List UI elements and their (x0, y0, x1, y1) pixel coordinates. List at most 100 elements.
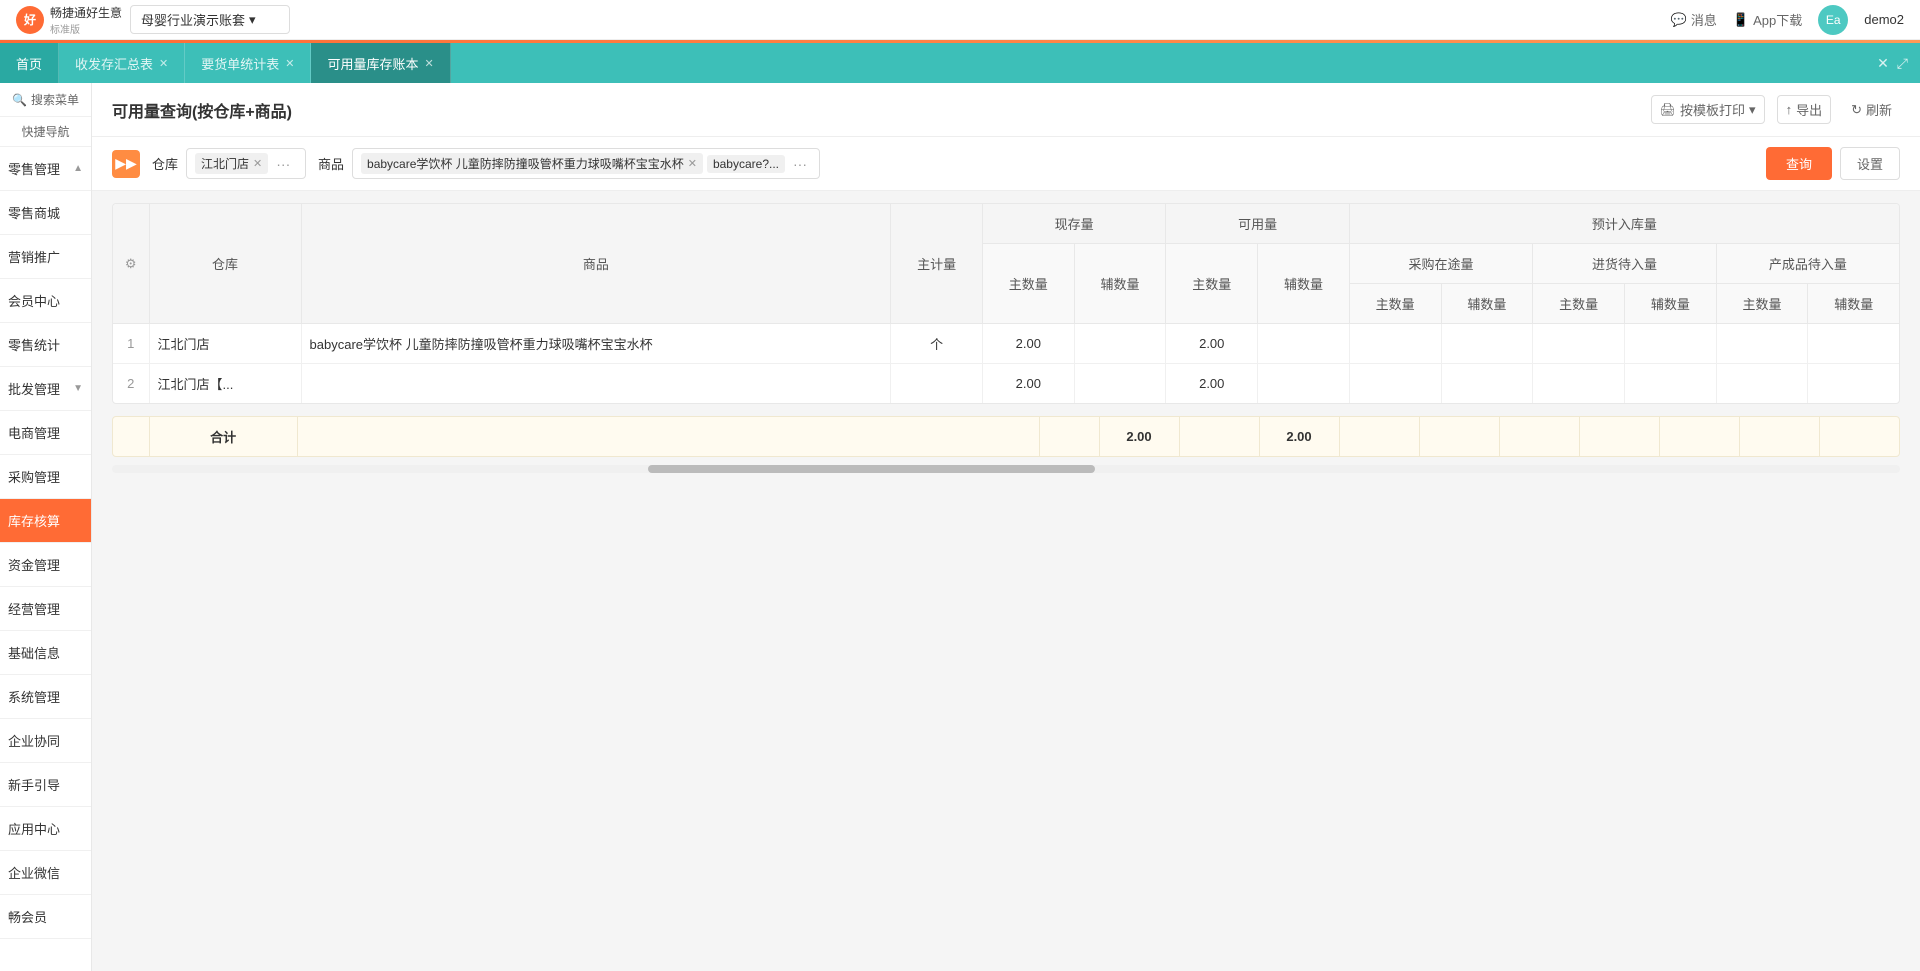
store-selector[interactable]: 母婴行业演示账套 ▾ (130, 5, 290, 34)
tab-available[interactable]: 可用量库存账本 ✕ (311, 43, 450, 83)
sidebar-item-collab[interactable]: 企业协同 (0, 719, 91, 763)
product-label: 商品 (318, 154, 344, 173)
store-name: 母婴行业演示账套 (141, 10, 245, 29)
message-label: 消息 (1691, 10, 1717, 29)
scroll-indicator[interactable] (112, 465, 1900, 473)
th-purchase-transit: 采购在途量 (1349, 244, 1532, 284)
btn-refresh[interactable]: ↻ 刷新 (1843, 96, 1900, 123)
logo-text-area: 畅捷通好生意 标准版 (50, 4, 122, 36)
warehouse-more[interactable]: ··· (272, 156, 294, 172)
vip-label: 畅会员 (8, 907, 47, 926)
remove-product-tag1[interactable]: ✕ (688, 157, 697, 170)
th-prod-main: 主数量 (1716, 284, 1808, 324)
th-stock-main: 主数量 (982, 244, 1074, 324)
sidebar-item-basics[interactable]: 基础信息 (0, 631, 91, 675)
product-more[interactable]: ··· (789, 156, 811, 172)
table-row: 1 江北门店 babycare学饮杯 儿童防摔防撞吸管杯重力球吸嘴杯宝宝水杯 个… (113, 324, 1899, 364)
sidebar: 🔍 搜索菜单 快捷导航 零售管理 ▲ 零售商城 营销推广 会员中心 零售统计 批… (0, 83, 92, 971)
td-stock-main: 2.00 (982, 364, 1074, 404)
retail-stats-label: 零售统计 (8, 335, 60, 354)
close-receive[interactable]: ✕ (159, 57, 168, 70)
btn-export[interactable]: ↑ 导出 (1777, 95, 1832, 124)
th-produced: 产成品待入量 (1716, 244, 1899, 284)
operations-label: 经营管理 (8, 599, 60, 618)
sidebar-search[interactable]: 🔍 搜索菜单 (0, 83, 91, 117)
td-warehouse: 江北门店【... (149, 364, 301, 404)
td-inc-main (1533, 324, 1625, 364)
app-download-action[interactable]: 📱 App下载 (1733, 10, 1802, 29)
btn-settings[interactable]: 设置 (1840, 147, 1900, 180)
footer-stock-main: 2.00 (1099, 417, 1179, 456)
sidebar-quick-nav[interactable]: 快捷导航 (0, 117, 91, 147)
product-input[interactable]: babycare学饮杯 儿童防摔防撞吸管杯重力球吸嘴杯宝宝水杯 ✕ babyca… (352, 148, 820, 179)
main-layout: 🔍 搜索菜单 快捷导航 零售管理 ▲ 零售商城 营销推广 会员中心 零售统计 批… (0, 83, 1920, 971)
td-no: 2 (113, 364, 149, 404)
tab-receive[interactable]: 收发存汇总表 ✕ (59, 43, 185, 83)
content-area: 可用量查询(按仓库+商品) 🖨 按模板打印 ▾ ↑ 导出 ↻ 刷新 ▶▶ (92, 83, 1920, 971)
warehouse-input[interactable]: 江北门店 ✕ ··· (186, 148, 306, 179)
tab-home[interactable]: 首页 (0, 43, 59, 83)
sidebar-item-ecommerce[interactable]: 电商管理 (0, 411, 91, 455)
sidebar-item-inventory[interactable]: 库存核算 (0, 499, 91, 543)
sidebar-item-purchase[interactable]: 采购管理 (0, 455, 91, 499)
th-pt-main: 主数量 (1349, 284, 1441, 324)
retail-mall-label: 零售商城 (8, 203, 60, 222)
footer-inc-main (1579, 417, 1659, 456)
avatar[interactable]: Ea (1818, 5, 1848, 35)
td-inc-main (1533, 364, 1625, 404)
close-order[interactable]: ✕ (285, 57, 294, 70)
sidebar-item-operations[interactable]: 经营管理 (0, 587, 91, 631)
sidebar-item-system[interactable]: 系统管理 (0, 675, 91, 719)
ecommerce-label: 电商管理 (8, 423, 60, 442)
arrow-icon: ▲ (73, 163, 83, 174)
filter-toggle-btn[interactable]: ▶▶ (112, 150, 140, 178)
close-available[interactable]: ✕ (425, 57, 434, 70)
warehouse-tag: 江北门店 ✕ (195, 153, 268, 174)
page-header: 可用量查询(按仓库+商品) 🖨 按模板打印 ▾ ↑ 导出 ↻ 刷新 (92, 83, 1920, 137)
td-avail-aux (1258, 324, 1350, 364)
td-pt-aux (1441, 324, 1533, 364)
remove-warehouse-tag[interactable]: ✕ (253, 157, 262, 170)
expand-btn[interactable]: ⤢ (1897, 55, 1908, 72)
table-row: 2 江北门店【... 2.00 2.00 (113, 364, 1899, 404)
filter-warehouse-group: 仓库 江北门店 ✕ ··· (152, 148, 306, 179)
td-warehouse: 江北门店 (149, 324, 301, 364)
td-avail-main: 2.00 (1166, 364, 1258, 404)
print-icon: 🖨 (1660, 102, 1677, 118)
td-stock-aux (1074, 324, 1166, 364)
footer-empty3 (1039, 417, 1099, 456)
purchase-label: 采购管理 (8, 467, 60, 486)
th-available: 可用量 (1166, 204, 1349, 244)
td-pt-main (1349, 364, 1441, 404)
sidebar-item-retail-mgmt[interactable]: 零售管理 ▲ (0, 147, 91, 191)
td-stock-main: 2.00 (982, 324, 1074, 364)
btn-template-print[interactable]: 🖨 按模板打印 ▾ (1651, 95, 1765, 124)
sidebar-item-retail-mall[interactable]: 零售商城 (0, 191, 91, 235)
tab-order[interactable]: 要货单统计表 ✕ (185, 43, 311, 83)
export-icon: ↑ (1786, 102, 1793, 117)
sidebar-item-wechat[interactable]: 企业微信 (0, 851, 91, 895)
sidebar-item-wholesale[interactable]: 批发管理 ▼ (0, 367, 91, 411)
close-all-btn[interactable]: ✕ (1877, 55, 1889, 72)
td-inc-aux (1624, 324, 1716, 364)
logo-icon: 好 (16, 6, 44, 34)
th-warehouse: 仓库 (149, 204, 301, 324)
sidebar-item-vip[interactable]: 畅会员 (0, 895, 91, 939)
filter-area: ▶▶ 仓库 江北门店 ✕ ··· 商品 babycare学饮杯 儿童防摔防撞吸管… (92, 137, 1920, 191)
td-product: babycare学饮杯 儿童防摔防撞吸管杯重力球吸嘴杯宝宝水杯 (301, 324, 891, 364)
sidebar-item-newuser[interactable]: 新手引导 (0, 763, 91, 807)
th-inc-aux: 辅数量 (1624, 284, 1716, 324)
logo-text: 畅捷通好生意 (50, 4, 122, 21)
btn-query[interactable]: 查询 (1766, 147, 1832, 180)
message-action[interactable]: 💬 消息 (1671, 10, 1717, 29)
sidebar-item-appcenter[interactable]: 应用中心 (0, 807, 91, 851)
td-pt-main (1349, 324, 1441, 364)
th-prod-aux: 辅数量 (1808, 284, 1899, 324)
sidebar-item-member[interactable]: 会员中心 (0, 279, 91, 323)
th-settings[interactable]: ⚙ (113, 204, 149, 324)
sidebar-item-retail-stats[interactable]: 零售统计 (0, 323, 91, 367)
sidebar-item-marketing[interactable]: 营销推广 (0, 235, 91, 279)
page-title: 可用量查询(按仓库+商品) (112, 98, 292, 122)
td-prod-main (1716, 324, 1808, 364)
sidebar-item-finance[interactable]: 资金管理 (0, 543, 91, 587)
